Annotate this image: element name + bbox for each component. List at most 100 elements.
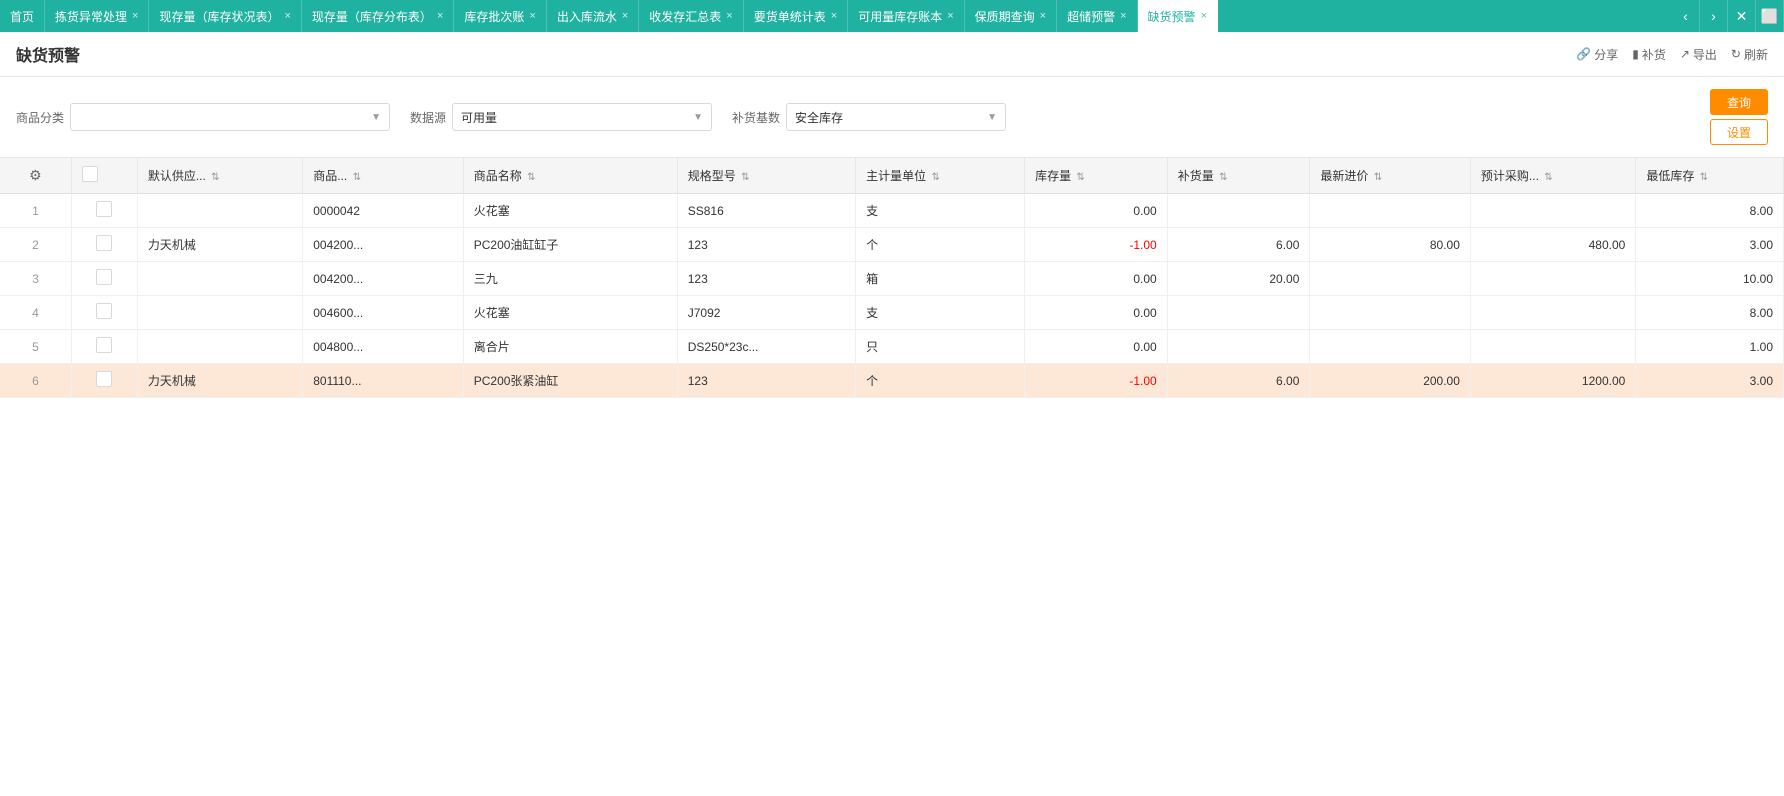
table-header-row: ⚙ 默认供应... ⇅ 商品... ⇅ 商品名称 ⇅ bbox=[0, 158, 1784, 194]
th-check[interactable] bbox=[71, 158, 137, 194]
table-row: 3 004200... 三九 123 箱 0.00 20.00 10.00 bbox=[0, 262, 1784, 296]
close-tab-5[interactable]: × bbox=[622, 10, 628, 22]
row-unit: 支 bbox=[856, 194, 1025, 228]
row-supplier bbox=[137, 330, 302, 364]
row-checkbox-cell[interactable] bbox=[71, 364, 137, 398]
tab-receipt-summary[interactable]: 收发存汇总表 × bbox=[639, 0, 743, 32]
query-button[interactable]: 查询 bbox=[1710, 89, 1768, 115]
table-row: 4 004600... 火花塞 J7092 支 0.00 8.00 bbox=[0, 296, 1784, 330]
close-tab-7[interactable]: × bbox=[831, 10, 837, 22]
row-latestprice bbox=[1310, 296, 1471, 330]
refresh-icon: ↻ bbox=[1731, 47, 1741, 61]
tab-nav-close[interactable]: ✕ bbox=[1728, 0, 1756, 32]
tab-picking-exception[interactable]: 拣货异常处理 × bbox=[45, 0, 149, 32]
th-replenish[interactable]: 补货量 ⇅ bbox=[1167, 158, 1310, 194]
page-header: 缺货预警 🔗 分享 ▮ 补货 ↗ 导出 ↻ 刷新 bbox=[0, 32, 1784, 77]
row-spec: 123 bbox=[677, 228, 855, 262]
row-checkbox[interactable] bbox=[96, 337, 112, 353]
tab-overstock-warning[interactable]: 超储预警 × bbox=[1057, 0, 1137, 32]
row-checkbox-cell[interactable] bbox=[71, 296, 137, 330]
close-tab-8[interactable]: × bbox=[947, 10, 953, 22]
replenish-icon: ▮ bbox=[1632, 47, 1639, 61]
tab-shortage-warning[interactable]: 缺货预警 × bbox=[1138, 0, 1218, 32]
row-checkbox[interactable] bbox=[96, 201, 112, 217]
tab-nav-next[interactable]: › bbox=[1700, 0, 1728, 32]
close-tab-11[interactable]: × bbox=[1201, 10, 1207, 22]
row-checkbox[interactable] bbox=[96, 269, 112, 285]
tab-demand-stats[interactable]: 要货单统计表 × bbox=[744, 0, 848, 32]
replenish-button[interactable]: ▮ 补货 bbox=[1632, 46, 1666, 63]
table-row: 6 力天机械 801110... PC200张紧油缸 123 个 -1.00 6… bbox=[0, 364, 1784, 398]
row-prodname: 三九 bbox=[463, 262, 677, 296]
spec-sort-icon: ⇅ bbox=[741, 172, 749, 183]
row-replenish: 20.00 bbox=[1167, 262, 1310, 296]
row-supplier: 力天机械 bbox=[137, 364, 302, 398]
datasource-chevron-icon: ▼ bbox=[693, 112, 703, 123]
close-tab-2[interactable]: × bbox=[284, 10, 290, 22]
filter-actions: 查询 设置 bbox=[1710, 89, 1768, 145]
replenish-sort-icon: ⇅ bbox=[1219, 172, 1227, 183]
th-supplier[interactable]: 默认供应... ⇅ bbox=[137, 158, 302, 194]
refresh-button[interactable]: ↻ 刷新 bbox=[1731, 46, 1768, 63]
close-tab-10[interactable]: × bbox=[1120, 10, 1126, 22]
table-row: 5 004800... 离合片 DS250*23c... 只 0.00 1.00 bbox=[0, 330, 1784, 364]
close-tab-6[interactable]: × bbox=[726, 10, 732, 22]
row-expectedpurchase bbox=[1470, 262, 1635, 296]
unit-sort-icon: ⇅ bbox=[931, 172, 939, 183]
tab-inventory-status[interactable]: 现存量（库存状况表） × bbox=[149, 0, 301, 32]
settings-button[interactable]: 设置 bbox=[1710, 119, 1768, 145]
row-checkbox-cell[interactable] bbox=[71, 228, 137, 262]
replenish-base-value: 安全库存 bbox=[795, 109, 843, 126]
tab-available-ledger[interactable]: 可用量库存账本 × bbox=[848, 0, 964, 32]
tab-nav-maximize[interactable]: ⬜ bbox=[1756, 0, 1784, 32]
row-supplier bbox=[137, 262, 302, 296]
th-minstock[interactable]: 最低库存 ⇅ bbox=[1636, 158, 1784, 194]
tab-inout-flow[interactable]: 出入库流水 × bbox=[547, 0, 639, 32]
row-unit: 支 bbox=[856, 296, 1025, 330]
settings-icon[interactable]: ⚙ bbox=[29, 167, 42, 183]
row-expectedpurchase bbox=[1470, 194, 1635, 228]
row-number: 2 bbox=[0, 228, 71, 262]
replenish-base-select[interactable]: 安全库存 ▼ bbox=[786, 103, 1006, 131]
row-minstock: 8.00 bbox=[1636, 194, 1784, 228]
row-prodname: 火花塞 bbox=[463, 296, 677, 330]
th-settings[interactable]: ⚙ bbox=[0, 158, 71, 194]
row-latestprice: 80.00 bbox=[1310, 228, 1471, 262]
th-latestprice[interactable]: 最新进价 ⇅ bbox=[1310, 158, 1471, 194]
close-tab-9[interactable]: × bbox=[1040, 10, 1046, 22]
th-spec[interactable]: 规格型号 ⇅ bbox=[677, 158, 855, 194]
tab-expiry-query[interactable]: 保质期查询 × bbox=[965, 0, 1057, 32]
row-latestprice bbox=[1310, 330, 1471, 364]
tab-batch-account[interactable]: 库存批次账 × bbox=[454, 0, 546, 32]
tab-nav-prev[interactable]: ‹ bbox=[1672, 0, 1700, 32]
th-stock[interactable]: 库存量 ⇅ bbox=[1025, 158, 1168, 194]
tab-home[interactable]: 首页 bbox=[0, 0, 45, 32]
row-checkbox[interactable] bbox=[96, 303, 112, 319]
th-prodname[interactable]: 商品名称 ⇅ bbox=[463, 158, 677, 194]
row-prodcode: 004200... bbox=[303, 262, 464, 296]
close-tab-4[interactable]: × bbox=[529, 10, 535, 22]
row-checkbox[interactable] bbox=[96, 371, 112, 387]
row-checkbox-cell[interactable] bbox=[71, 330, 137, 364]
tab-inventory-dist[interactable]: 现存量（库存分布表） × bbox=[302, 0, 454, 32]
prodcode-sort-icon: ⇅ bbox=[353, 172, 361, 183]
export-button[interactable]: ↗ 导出 bbox=[1680, 46, 1717, 63]
th-unit[interactable]: 主计量单位 ⇅ bbox=[856, 158, 1025, 194]
category-select[interactable]: ▼ bbox=[70, 103, 390, 131]
select-all-checkbox[interactable] bbox=[82, 166, 98, 182]
row-checkbox-cell[interactable] bbox=[71, 194, 137, 228]
page-title: 缺货预警 bbox=[16, 42, 1576, 66]
th-prodcode[interactable]: 商品... ⇅ bbox=[303, 158, 464, 194]
close-tab-1[interactable]: × bbox=[132, 10, 138, 22]
row-checkbox[interactable] bbox=[96, 235, 112, 251]
row-replenish: 6.00 bbox=[1167, 364, 1310, 398]
share-button[interactable]: 🔗 分享 bbox=[1576, 46, 1618, 63]
row-stock: -1.00 bbox=[1025, 228, 1168, 262]
row-spec: DS250*23c... bbox=[677, 330, 855, 364]
close-tab-3[interactable]: × bbox=[437, 10, 443, 22]
datasource-select[interactable]: 可用量 ▼ bbox=[452, 103, 712, 131]
row-prodname: 离合片 bbox=[463, 330, 677, 364]
row-spec: 123 bbox=[677, 364, 855, 398]
row-checkbox-cell[interactable] bbox=[71, 262, 137, 296]
th-expectedpurchase[interactable]: 预计采购... ⇅ bbox=[1470, 158, 1635, 194]
